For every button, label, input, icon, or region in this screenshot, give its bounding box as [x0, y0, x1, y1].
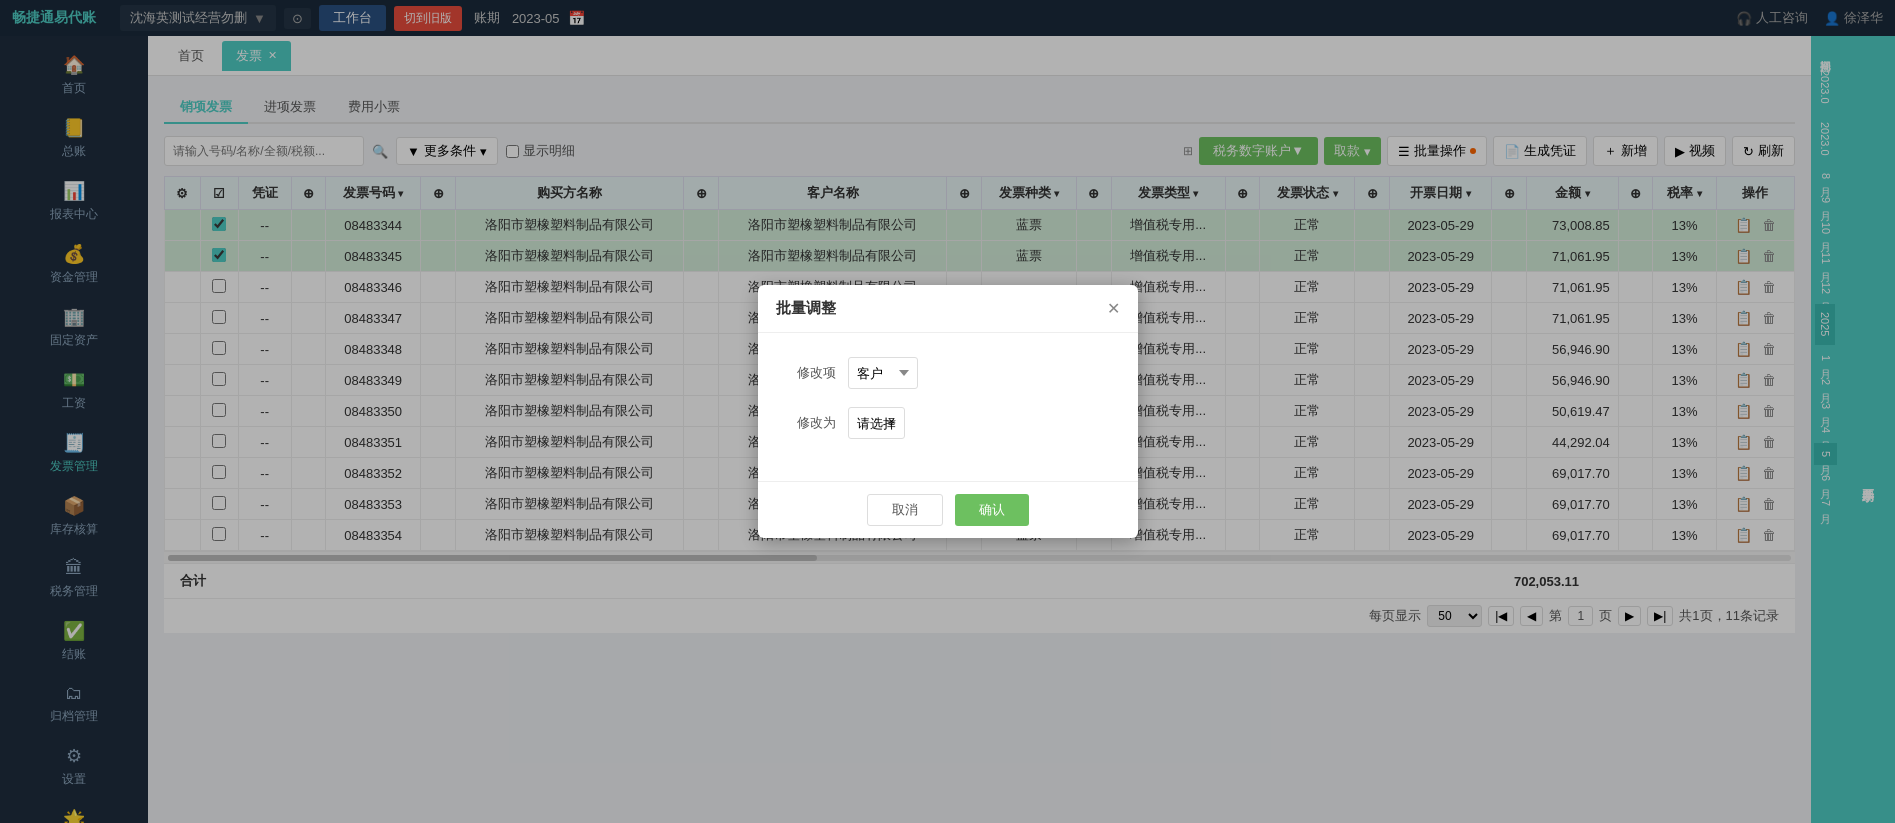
- modify-value-select[interactable]: 请选择: [848, 407, 905, 439]
- modify-value-row: 修改为 请选择: [776, 407, 1120, 439]
- batch-adjust-modal: 批量调整 ✕ 修改项 客户 购买方 发票种类 税率 修改为: [758, 285, 1138, 538]
- modal-body: 修改项 客户 购买方 发票种类 税率 修改为 请选择: [758, 333, 1138, 481]
- modal-header: 批量调整 ✕: [758, 285, 1138, 333]
- modal-close-btn[interactable]: ✕: [1107, 299, 1120, 318]
- modify-field-wrapper: 客户 购买方 发票种类 税率: [848, 357, 1120, 389]
- modal-footer: 取消 确认: [758, 481, 1138, 538]
- modal-title: 批量调整: [776, 299, 836, 318]
- modify-value-label: 修改为: [776, 414, 836, 432]
- cancel-btn[interactable]: 取消: [867, 494, 943, 526]
- modify-field-label: 修改项: [776, 364, 836, 382]
- modal-overlay[interactable]: 批量调整 ✕ 修改项 客户 购买方 发票种类 税率 修改为: [0, 0, 1895, 823]
- modify-value-wrapper: 请选择: [848, 407, 1120, 439]
- confirm-btn[interactable]: 确认: [955, 494, 1029, 526]
- modify-field-select[interactable]: 客户 购买方 发票种类 税率: [848, 357, 918, 389]
- modify-field-row: 修改项 客户 购买方 发票种类 税率: [776, 357, 1120, 389]
